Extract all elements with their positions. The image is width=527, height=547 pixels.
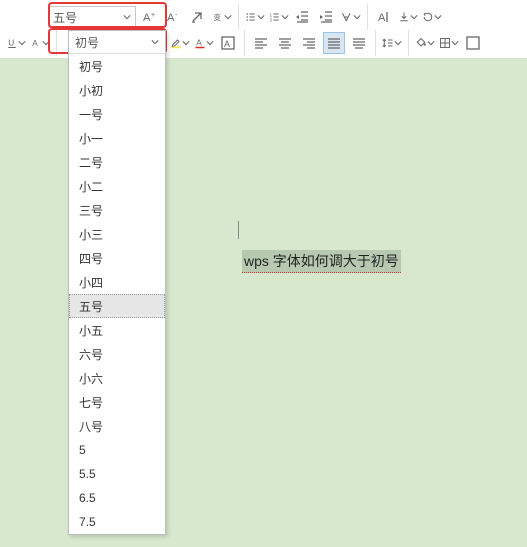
rotate-text-button[interactable] [422,7,442,27]
font-size-option[interactable]: 小初 [69,78,165,102]
character-border-button[interactable]: A [218,33,238,53]
alignment-group [245,30,376,56]
chevron-down-icon [151,35,159,49]
borders-button[interactable] [439,33,459,53]
decrease-font-button[interactable]: A- [164,7,184,27]
svg-text:A: A [196,38,202,47]
align-center-button[interactable] [275,33,295,53]
text-direction-ltr-button[interactable]: A [374,7,394,27]
shading-button[interactable] [415,33,435,53]
clear-format-button[interactable] [188,7,208,27]
svg-text:A: A [32,39,38,48]
dropdown-option-list: 初号小初一号小一二号小二三号小三四号小四五号小五六号小六七号八号55.56.57… [69,54,165,534]
dropdown-input-value: 初号 [75,34,99,51]
font-size-option[interactable]: 小四 [69,270,165,294]
font-size-option[interactable]: 五号 [69,294,165,318]
align-right-button[interactable] [299,33,319,53]
font-size-combo[interactable]: 五号 [48,6,136,28]
decrease-indent-button[interactable] [293,7,313,27]
text-direction-group: A [368,4,448,30]
font-size-dropdown[interactable]: 初号 初号小初一号小一二号小二三号小三四号小四五号小五六号小六七号八号55.56… [68,30,166,535]
bullets-button[interactable] [245,7,265,27]
font-size-option[interactable]: 7.5 [69,510,165,534]
font-size-option[interactable]: 5 [69,438,165,462]
phonetic-guide-button[interactable]: 变 [212,7,232,27]
font-size-option[interactable]: 5.5 [69,462,165,486]
text-cursor [238,221,239,239]
font-size-option[interactable]: 二号 [69,150,165,174]
font-effects-button[interactable]: A [30,33,50,53]
svg-text:3: 3 [270,19,272,23]
increase-font-button[interactable]: A+ [140,7,160,27]
align-distribute-button[interactable] [349,33,369,53]
app-window: { "toolbar": { "font_size_display": "五号"… [0,0,527,547]
svg-text:A: A [167,12,175,24]
font-size-option[interactable]: 6.5 [69,486,165,510]
selected-text[interactable]: wps 字体如何调大于初号 [242,250,401,273]
color-group: A A [164,30,245,56]
align-justify-button[interactable] [323,32,345,54]
underline-button[interactable]: U [6,33,26,53]
spacing-group [376,30,409,56]
svg-text:A: A [143,12,151,24]
chevron-down-icon [123,10,131,24]
svg-text:A: A [224,39,230,49]
svg-text:A: A [378,12,386,24]
svg-text:-: - [175,12,178,19]
font-size-option[interactable]: 小二 [69,174,165,198]
font-style-group: U A [0,30,57,56]
font-size-option[interactable]: 小六 [69,366,165,390]
font-size-option[interactable]: 三号 [69,198,165,222]
font-size-dropdown-input[interactable]: 初号 [69,31,165,54]
numbering-button[interactable]: 123 [269,7,289,27]
highlight-button[interactable] [170,33,190,53]
writing-direction-button[interactable] [398,7,418,27]
svg-text:+: + [151,12,155,19]
font-size-option[interactable]: 七号 [69,390,165,414]
line-spacing-button[interactable] [382,33,402,53]
align-left-button[interactable] [251,33,271,53]
svg-text:变: 变 [214,12,222,22]
font-size-option[interactable]: 初号 [69,54,165,78]
font-group: 五号 A+ A- 变 [0,4,239,30]
font-color-button[interactable]: A [194,33,214,53]
font-size-option[interactable]: 小三 [69,222,165,246]
font-size-option[interactable]: 一号 [69,102,165,126]
font-size-value: 五号 [53,9,77,26]
paragraph-group-1: 123 [239,4,368,30]
font-size-option[interactable]: 八号 [69,414,165,438]
tab-settings-button[interactable] [341,7,361,27]
border-shading-group [409,30,489,56]
paragraph-dialog-button[interactable] [463,33,483,53]
font-size-option[interactable]: 六号 [69,342,165,366]
svg-text:U: U [8,38,14,47]
font-size-option[interactable]: 小一 [69,126,165,150]
font-size-option[interactable]: 四号 [69,246,165,270]
font-size-option[interactable]: 小五 [69,318,165,342]
toolbar-row-1: 五号 A+ A- 变 123 A [0,4,527,30]
increase-indent-button[interactable] [317,7,337,27]
